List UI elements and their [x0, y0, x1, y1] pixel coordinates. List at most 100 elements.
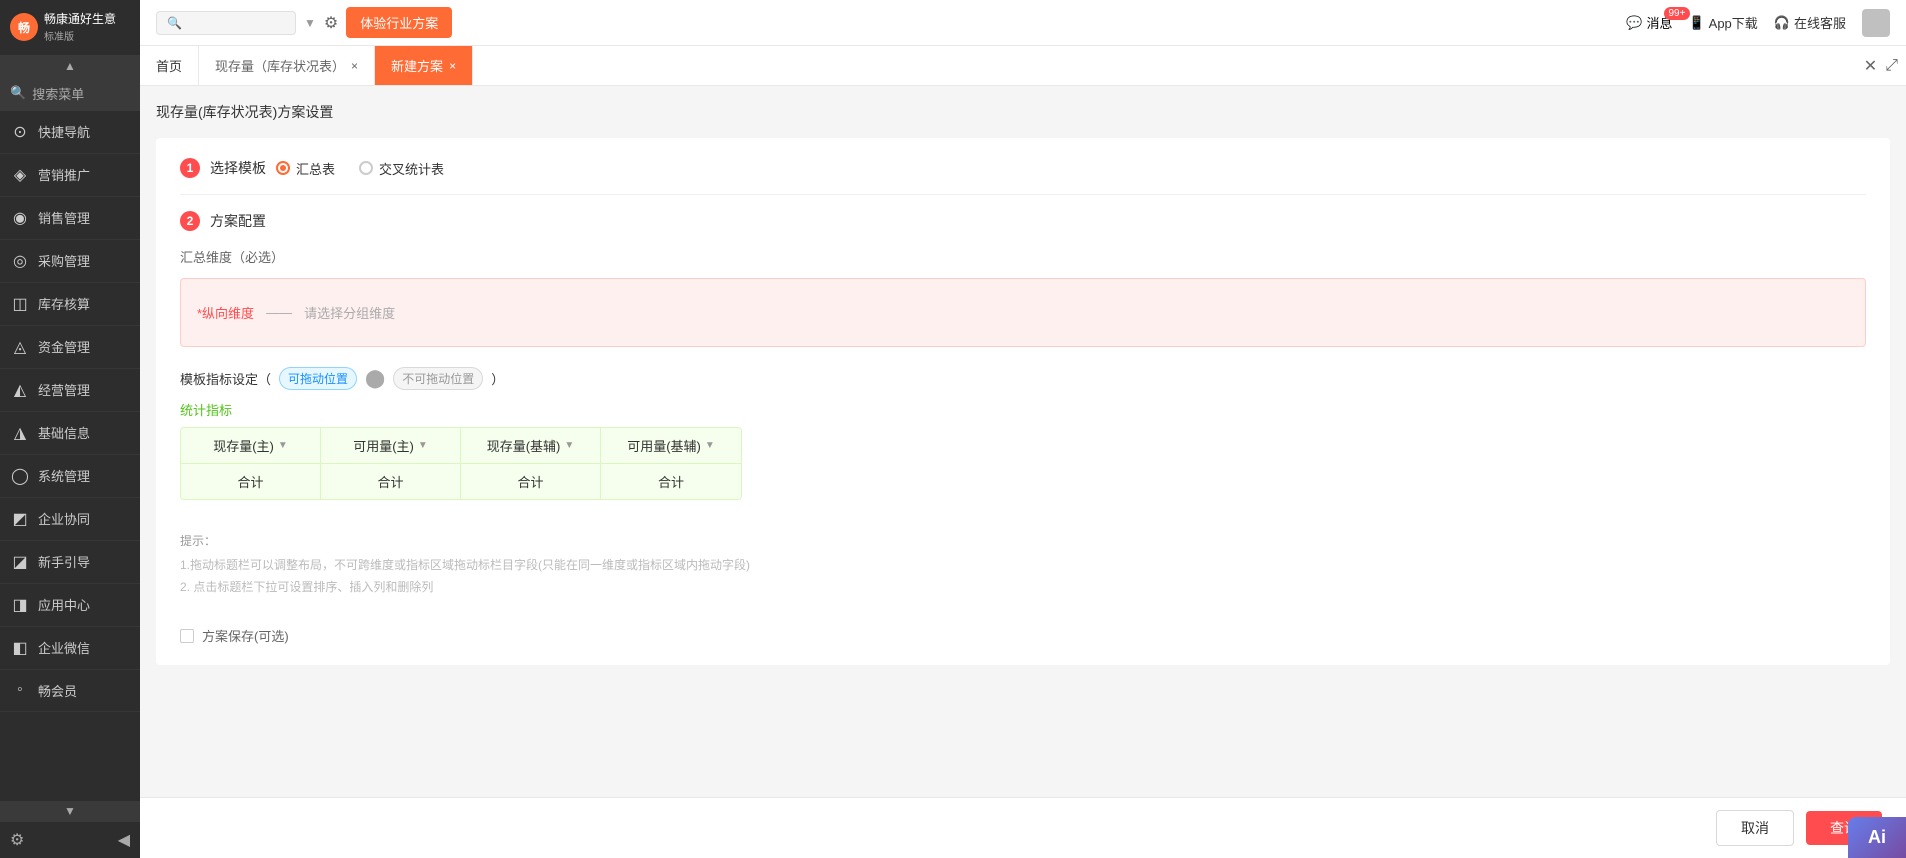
sidebar-item-inventory[interactable]: ◫ 库存核算 — [0, 283, 140, 326]
service-icon: 🎧 — [1774, 15, 1790, 31]
stats-col-0-label: 现存量(主) — [213, 436, 274, 455]
sidebar-item-label: 销售管理 — [38, 208, 90, 227]
operations-icon: ◭ — [10, 380, 30, 400]
sidebar-item-label: 新手引导 — [38, 552, 90, 571]
chevron-down-icon[interactable]: ▼ — [564, 440, 574, 451]
stats-col-3-label: 可用量(基辅) — [627, 436, 701, 455]
tab-inventory-close-icon[interactable]: × — [351, 59, 358, 73]
tab-home[interactable]: 首页 — [140, 46, 199, 85]
tab-inventory-label: 现存量（库存状况表） — [215, 56, 345, 75]
stats-col-3: 可用量(基辅) ▼ 合计 — [601, 428, 741, 499]
stats-col-2-cell: 合计 — [461, 464, 600, 499]
indicator-close-paren: ） — [491, 369, 504, 388]
shortcuts-icon: ⊙ — [10, 122, 30, 142]
sidebar-item-label: 基础信息 — [38, 423, 90, 442]
close-window-btn[interactable]: ✕ — [1864, 56, 1877, 76]
tab-new-scheme-close-icon[interactable]: × — [449, 59, 456, 73]
template-radio-group: 汇总表 交叉统计表 — [276, 159, 444, 178]
sidebar-item-purchase[interactable]: ◎ 采购管理 — [0, 240, 140, 283]
save-checkbox[interactable] — [180, 629, 194, 643]
sidebar-item-finance[interactable]: ◬ 资金管理 — [0, 326, 140, 369]
chevron-down-icon[interactable]: ▼ — [278, 440, 288, 451]
sales-icon: ◉ — [10, 208, 30, 228]
message-btn[interactable]: 💬 消息 99+ — [1626, 13, 1672, 32]
search-icon: 🔍 — [10, 85, 26, 101]
fixed-chip: 不可拖动位置 — [393, 367, 483, 390]
logo-title: 畅康通好生意 — [44, 12, 116, 28]
tips-area: 提示： 1.拖动标题栏可以调整布局，不可跨维度或指标区域拖动标栏目字段(只能在同… — [180, 520, 1866, 610]
main-content: 现存量(库存状况表)方案设置 1 选择模板 汇总表 交叉统计表 — [140, 86, 1906, 797]
stats-col-3-header[interactable]: 可用量(基辅) ▼ — [601, 428, 741, 464]
sidebar-item-system[interactable]: ◯ 系统管理 — [0, 455, 140, 498]
radio-summary[interactable]: 汇总表 — [276, 159, 335, 178]
tab-new-scheme[interactable]: 新建方案 × — [375, 46, 473, 85]
indicator-settings-label: 模板指标设定（ 可拖动位置 ⬤ 不可拖动位置 ） — [180, 367, 1866, 390]
main-area: 🔍 ▼ ⚙ 体验行业方案 💬 消息 99+ 📱 App下载 🎧 在线客服 — [140, 0, 1906, 858]
indicator-label-text: 模板指标设定（ — [180, 369, 271, 388]
sidebar-item-sales[interactable]: ◉ 销售管理 — [0, 197, 140, 240]
scheme-settings-card: 1 选择模板 汇总表 交叉统计表 2 方案配置 — [156, 138, 1890, 665]
ai-badge[interactable]: Ai — [1848, 817, 1906, 858]
logo-icon: 畅 — [10, 13, 38, 41]
movable-chip: 可拖动位置 — [279, 367, 357, 390]
tips-title: 提示： — [180, 532, 1866, 549]
search-label: 搜索菜单 — [32, 84, 84, 103]
search-icon: 🔍 — [167, 16, 182, 30]
dimension-area[interactable]: *纵向维度 —— 请选择分组维度 — [180, 278, 1866, 347]
topbar-search[interactable]: 🔍 — [156, 11, 296, 35]
sidebar-item-enterprise[interactable]: ◩ 企业协同 — [0, 498, 140, 541]
collapse-icon[interactable]: ◀ — [118, 830, 130, 850]
app-download-btn[interactable]: 📱 App下载 — [1688, 13, 1757, 32]
step2-title: 方案配置 — [210, 211, 266, 231]
stats-col-1-header[interactable]: 可用量(主) ▼ — [321, 428, 460, 464]
sidebar-item-label: 企业微信 — [38, 638, 90, 657]
radio-crosstab-dot — [359, 161, 373, 175]
page-title: 现存量(库存状况表)方案设置 — [156, 102, 1890, 122]
stats-col-2-label: 现存量(基辅) — [487, 436, 561, 455]
bottom-bar: 取消 查询 — [140, 797, 1906, 858]
cancel-button[interactable]: 取消 — [1716, 810, 1794, 846]
sidebar-item-label: 库存核算 — [38, 294, 90, 313]
stats-col-1: 可用量(主) ▼ 合计 — [321, 428, 461, 499]
service-btn[interactable]: 🎧 在线客服 — [1774, 13, 1846, 32]
sidebar-item-label: 企业协同 — [38, 509, 90, 528]
system-icon: ◯ — [10, 466, 30, 486]
sidebar-item-label: 经营管理 — [38, 380, 90, 399]
user-avatar[interactable] — [1862, 9, 1890, 37]
chevron-down-icon[interactable]: ▼ — [705, 440, 715, 451]
stats-col-1-label: 可用量(主) — [353, 436, 414, 455]
stats-col-0-header[interactable]: 现存量(主) ▼ — [181, 428, 320, 464]
tab-inventory-status[interactable]: 现存量（库存状况表） × — [199, 46, 375, 85]
expand-window-btn[interactable]: ⤢ — [1885, 57, 1898, 75]
sidebar-item-basic[interactable]: ◮ 基础信息 — [0, 412, 140, 455]
app-icon: 📱 — [1688, 15, 1704, 31]
divider-1 — [180, 194, 1866, 195]
sidebar-item-label: 畅会员 — [38, 681, 77, 700]
tab-bar: 首页 现存量（库存状况表） × 新建方案 × ✕ ⤢ — [140, 46, 1906, 86]
sidebar-item-label: 应用中心 — [38, 595, 90, 614]
radio-summary-label: 汇总表 — [296, 159, 335, 178]
topbar-right: 💬 消息 99+ 📱 App下载 🎧 在线客服 — [1626, 9, 1890, 37]
sidebar-item-operations[interactable]: ◭ 经营管理 — [0, 369, 140, 412]
chevron-down-icon[interactable]: ▼ — [418, 440, 428, 451]
sidebar-item-member[interactable]: ◦ 畅会员 — [0, 670, 140, 712]
indicator-separator: ⬤ — [365, 368, 385, 389]
sidebar-item-shortcuts[interactable]: ⊙ 快捷导航 — [0, 111, 140, 154]
industry-btn[interactable]: 体验行业方案 — [346, 7, 452, 38]
stats-col-2-header[interactable]: 现存量(基辅) ▼ — [461, 428, 600, 464]
sidebar-item-wechat[interactable]: ◧ 企业微信 — [0, 627, 140, 670]
topbar-chevron-icon[interactable]: ▼ — [304, 16, 316, 30]
sidebar-item-app-center[interactable]: ◨ 应用中心 — [0, 584, 140, 627]
sidebar-footer: ⚙ ◀ — [0, 821, 140, 858]
sidebar-item-label: 营销推广 — [38, 165, 90, 184]
step1-title: 选择模板 — [210, 158, 266, 178]
sidebar-search[interactable]: 🔍 搜索菜单 — [0, 76, 140, 111]
radio-crosstab[interactable]: 交叉统计表 — [359, 159, 444, 178]
settings-icon[interactable]: ⚙ — [10, 830, 24, 850]
sidebar-item-marketing[interactable]: ◈ 营销推广 — [0, 154, 140, 197]
sidebar-scroll-up[interactable]: ▲ — [0, 56, 140, 76]
sidebar-item-newbie[interactable]: ◪ 新手引导 — [0, 541, 140, 584]
message-icon: 💬 — [1626, 15, 1642, 31]
sidebar-scroll-down[interactable]: ▼ — [0, 801, 140, 821]
topbar-gear-icon[interactable]: ⚙ — [324, 13, 338, 33]
